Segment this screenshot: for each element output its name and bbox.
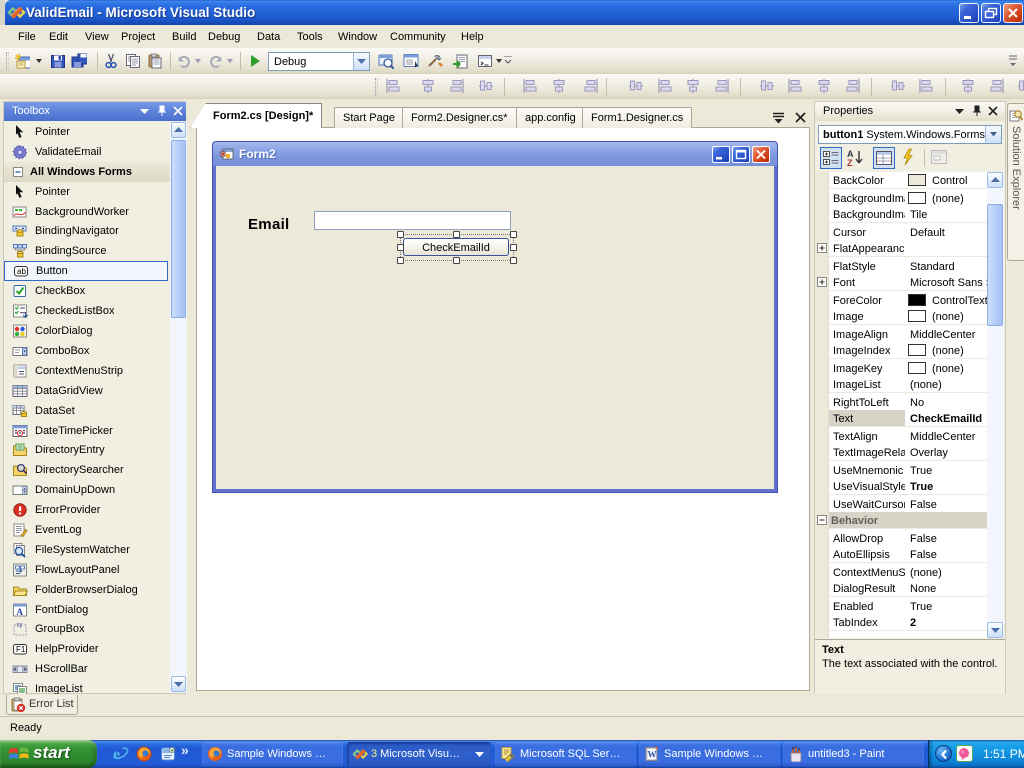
svg-text:F1: F1 xyxy=(16,645,26,654)
svg-text:e: e xyxy=(113,746,120,762)
svg-text:Z: Z xyxy=(847,158,853,168)
svg-text:xy: xy xyxy=(17,623,23,629)
svg-text:W: W xyxy=(648,750,657,760)
svg-text:A: A xyxy=(17,607,24,617)
svg-text:ab: ab xyxy=(17,267,26,276)
